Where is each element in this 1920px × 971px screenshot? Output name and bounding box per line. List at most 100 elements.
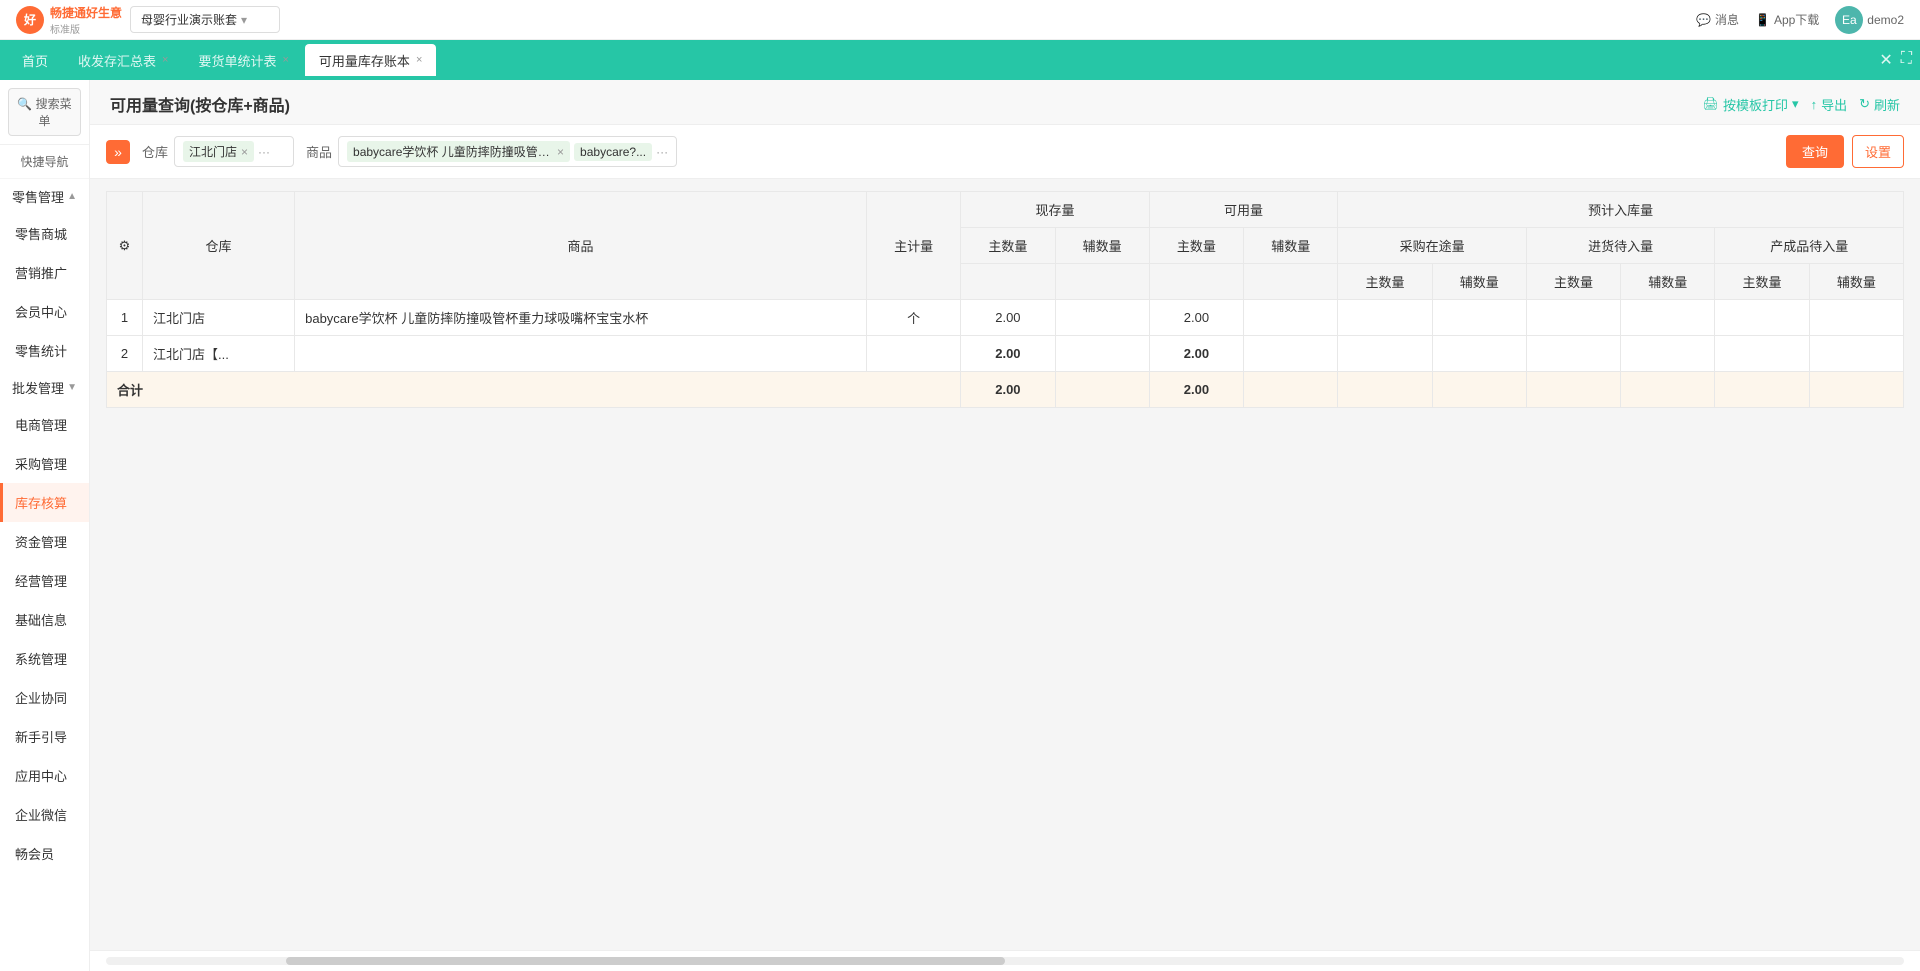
row2-purchase-main bbox=[1338, 336, 1432, 372]
settings-button[interactable]: 设置 bbox=[1852, 135, 1904, 168]
warehouse-input[interactable]: 江北门店 × ··· bbox=[174, 136, 294, 167]
inventory-label: 库存核算 bbox=[15, 493, 67, 512]
product-tag1-value: babycare学饮杯 儿童防摔防撞吸管杯重力球吸嘴杯宝宝水杯 bbox=[353, 143, 553, 160]
refresh-label: 刷新 bbox=[1874, 95, 1900, 114]
horizontal-scrollbar[interactable] bbox=[106, 957, 1904, 965]
row1-purchase-aux bbox=[1432, 300, 1526, 336]
filter-expand-btn[interactable]: » bbox=[106, 140, 130, 164]
industry-selector[interactable]: 母婴行业演示账套 ▾ bbox=[130, 6, 280, 33]
logo-area: 好 畅捷通好生意 标准版 bbox=[16, 4, 122, 36]
finance-label: 资金管理 bbox=[15, 532, 67, 551]
row1-purchase-main bbox=[1338, 300, 1432, 336]
row1-product-aux bbox=[1809, 300, 1903, 336]
product-input[interactable]: babycare学饮杯 儿童防摔防撞吸管杯重力球吸嘴杯宝宝水杯 × babyca… bbox=[338, 136, 677, 167]
close-income-icon[interactable]: × bbox=[162, 54, 168, 66]
warehouse-tag-value: 江北门店 bbox=[189, 143, 237, 160]
th-product-aux: 辅数量 bbox=[1809, 264, 1903, 300]
row1-stock-main: 2.00 bbox=[961, 300, 1055, 336]
nav-tabs: 首页 收发存汇总表 × 要货单统计表 × 可用量库存账本 × ✕ ⛶ bbox=[0, 40, 1920, 80]
nav-close-btn[interactable]: ✕ bbox=[1879, 50, 1892, 70]
table-row: 2 江北门店【... 2.00 2.00 bbox=[107, 336, 1904, 372]
user-area[interactable]: Ea demo2 bbox=[1835, 6, 1904, 34]
message-icon: 💬 bbox=[1696, 13, 1711, 27]
th-available-qty: 可用量 bbox=[1149, 192, 1338, 228]
th-product: 商品 bbox=[295, 192, 867, 300]
total-purchase-aux bbox=[1432, 372, 1526, 408]
sidebar-item-member[interactable]: 会员中心 bbox=[0, 292, 89, 331]
sidebar-item-ecommerce[interactable]: 电商管理 bbox=[0, 405, 89, 444]
tab-income[interactable]: 收发存汇总表 × bbox=[64, 44, 182, 76]
refresh-btn[interactable]: ↻ 刷新 bbox=[1859, 95, 1900, 114]
total-purchase-main bbox=[1338, 372, 1432, 408]
total-avail-aux bbox=[1244, 372, 1338, 408]
th-purchase-aux: 辅数量 bbox=[1432, 264, 1526, 300]
warehouse-more-icon[interactable]: ··· bbox=[258, 145, 270, 159]
th-main-unit: 主计量 bbox=[867, 192, 961, 300]
row2-unit bbox=[867, 336, 961, 372]
query-button[interactable]: 查询 bbox=[1786, 135, 1844, 168]
member-label: 会员中心 bbox=[15, 302, 67, 321]
product-more-icon[interactable]: ··· bbox=[656, 145, 668, 159]
product-label: 商品 bbox=[306, 142, 332, 161]
sidebar-item-retail-mgmt[interactable]: 零售管理 ▲ bbox=[0, 179, 89, 214]
sidebar-item-finance[interactable]: 资金管理 bbox=[0, 522, 89, 561]
chevron-print-icon: ▾ bbox=[1792, 96, 1799, 112]
th-settings[interactable]: ⚙ bbox=[107, 192, 143, 300]
sidebar-item-retail-stats[interactable]: 零售统计 bbox=[0, 331, 89, 370]
total-incoming-main bbox=[1526, 372, 1620, 408]
sidebar-item-system[interactable]: 系统管理 bbox=[0, 639, 89, 678]
th-avail-aux: 辅数量 bbox=[1244, 228, 1338, 264]
sidebar-item-operation[interactable]: 经营管理 bbox=[0, 561, 89, 600]
warehouse-tag-close-icon[interactable]: × bbox=[241, 145, 248, 159]
row2-purchase-aux bbox=[1432, 336, 1526, 372]
retail-stats-label: 零售统计 bbox=[15, 341, 67, 360]
tab-home[interactable]: 首页 bbox=[8, 44, 62, 76]
sidebar-item-newguide[interactable]: 新手引导 bbox=[0, 717, 89, 756]
message-btn[interactable]: 💬 消息 bbox=[1696, 11, 1739, 28]
sidebar-item-quick-nav[interactable]: 快捷导航 bbox=[0, 145, 89, 179]
sidebar-item-member2[interactable]: 畅会员 bbox=[0, 834, 89, 873]
logo-icon: 好 bbox=[16, 6, 44, 34]
sidebar-item-retail-mall[interactable]: 零售商城 bbox=[0, 214, 89, 253]
app-download-btn[interactable]: 📱 App下载 bbox=[1755, 11, 1819, 28]
row1-num: 1 bbox=[107, 300, 143, 336]
search-menu-btn[interactable]: 🔍 搜索菜单 bbox=[8, 88, 81, 136]
close-order-icon[interactable]: × bbox=[282, 54, 288, 66]
data-table: ⚙ 仓库 商品 主计量 现存量 可用量 预计入库量 主数量 辅数量 主数量 辅数… bbox=[106, 191, 1904, 408]
sidebar-item-basic[interactable]: 基础信息 bbox=[0, 600, 89, 639]
th-stock-aux: 辅数量 bbox=[1055, 228, 1149, 264]
th-planned-inbound: 预计入库量 bbox=[1338, 192, 1904, 228]
sidebar-item-weixin[interactable]: 企业微信 bbox=[0, 795, 89, 834]
th-incoming-aux: 辅数量 bbox=[1621, 264, 1715, 300]
row2-stock-aux bbox=[1055, 336, 1149, 372]
row2-product-aux bbox=[1809, 336, 1903, 372]
sidebar-item-wholesale-mgmt[interactable]: 批发管理 ▼ bbox=[0, 370, 89, 405]
th-incoming-main: 主数量 bbox=[1526, 264, 1620, 300]
chevron-down-icon: ▾ bbox=[241, 13, 247, 27]
product-tag1-close-icon[interactable]: × bbox=[557, 145, 564, 159]
template-print-btn[interactable]: 🖨 按模板打印 ▾ bbox=[1703, 95, 1799, 114]
main-layout: 🔍 搜索菜单 快捷导航 零售管理 ▲ 零售商城 营销推广 会员中心 零售统计 批… bbox=[0, 80, 1920, 971]
avatar: Ea bbox=[1835, 6, 1863, 34]
table-row: 1 江北门店 babycare学饮杯 儿童防摔防撞吸管杯重力球吸嘴杯宝宝水杯 个… bbox=[107, 300, 1904, 336]
sidebar-item-inventory[interactable]: 库存核算 bbox=[0, 483, 89, 522]
sidebar-item-appcenter[interactable]: 应用中心 bbox=[0, 756, 89, 795]
export-btn[interactable]: ↑ 导出 bbox=[1811, 95, 1848, 114]
nav-expand-btn[interactable]: ⛶ bbox=[1901, 50, 1912, 70]
sidebar-item-marketing[interactable]: 营销推广 bbox=[0, 253, 89, 292]
sidebar-item-purchase[interactable]: 采购管理 bbox=[0, 444, 89, 483]
th-warehouse: 仓库 bbox=[143, 192, 295, 300]
sidebar-item-enterprise[interactable]: 企业协同 bbox=[0, 678, 89, 717]
product-filter: 商品 babycare学饮杯 儿童防摔防撞吸管杯重力球吸嘴杯宝宝水杯 × bab… bbox=[306, 136, 677, 167]
close-available-icon[interactable]: × bbox=[416, 54, 422, 66]
th-current-stock: 现存量 bbox=[961, 192, 1150, 228]
operation-label: 经营管理 bbox=[15, 571, 67, 590]
basic-label: 基础信息 bbox=[15, 610, 67, 629]
warehouse-label: 仓库 bbox=[142, 142, 168, 161]
page-actions: 🖨 按模板打印 ▾ ↑ 导出 ↻ 刷新 bbox=[1703, 95, 1901, 114]
row2-product-main bbox=[1715, 336, 1809, 372]
tab-order[interactable]: 要货单统计表 × bbox=[184, 44, 302, 76]
top-bar-left: 好 畅捷通好生意 标准版 母婴行业演示账套 ▾ bbox=[16, 4, 280, 36]
message-label: 消息 bbox=[1715, 11, 1739, 28]
tab-available[interactable]: 可用量库存账本 × bbox=[305, 44, 436, 76]
